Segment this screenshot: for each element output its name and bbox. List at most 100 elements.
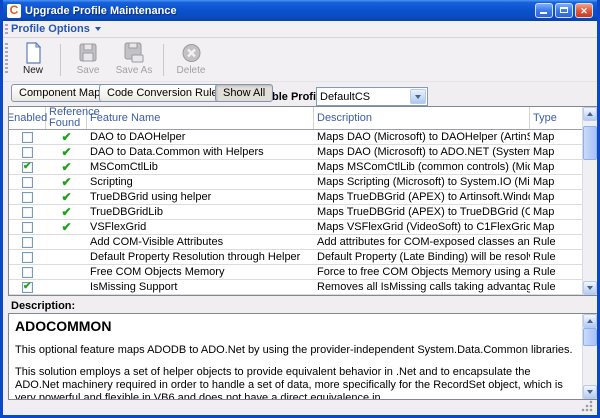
type-cell: Rule — [530, 250, 581, 264]
feature-name-cell: TrueDBGridLib — [87, 205, 314, 219]
description-cell: Maps Scripting (Microsoft) to System.IO … — [314, 175, 530, 189]
description-label: Description: — [11, 300, 75, 312]
resize-grip[interactable] — [581, 400, 593, 412]
description-cell: Maps DAO (Microsoft) to ADO.NET (System.… — [314, 145, 530, 159]
type-cell: Rule — [530, 265, 581, 279]
enabled-checkbox[interactable] — [22, 267, 33, 278]
scrollbar-thumb[interactable] — [583, 126, 597, 160]
window-title: Upgrade Profile Maintenance — [25, 5, 535, 17]
maximize-button[interactable] — [555, 3, 573, 18]
table-row[interactable]: ✔ MSComCtlLib Maps MSComCtlLib (common c… — [9, 160, 582, 175]
feature-name-cell: MSComCtlLib — [87, 160, 314, 174]
table-row[interactable]: ✔ VSFlexGrid Maps VSFlexGrid (VideoSoft)… — [9, 220, 582, 235]
description-cell: Default Property (Late Binding) will be … — [314, 250, 530, 264]
minimize-button[interactable] — [535, 3, 553, 18]
features-table: Enabled Reference Found Feature Name Des… — [8, 106, 598, 296]
description-cell: Maps TrueDBGrid (APEX) to Artinsoft.Wind… — [314, 190, 530, 204]
header-enabled[interactable]: Enabled — [9, 107, 46, 129]
table-row[interactable]: ✔ Scripting Maps Scripting (Microsoft) t… — [9, 175, 582, 190]
table-row[interactable]: ✔ Default Property Resolution through He… — [9, 250, 582, 265]
description-scrollbar[interactable] — [582, 314, 597, 399]
reference-found-check-icon: ✔ — [61, 161, 71, 173]
feature-name-cell: DAO to Data.Common with Helpers — [87, 145, 314, 159]
code-conversion-rules-button[interactable]: Code Conversion Rules — [99, 84, 231, 102]
type-cell: Map — [530, 220, 581, 234]
chevron-down-icon — [95, 27, 101, 31]
toolbar: New Save Save As Delete — [3, 38, 597, 82]
table-header-row: Enabled Reference Found Feature Name Des… — [9, 107, 582, 130]
header-feature-name[interactable]: Feature Name — [87, 107, 314, 129]
delete-button[interactable]: Delete — [168, 41, 214, 79]
save-button[interactable]: Save — [65, 41, 111, 79]
table-row[interactable]: ✔ TrueDBGrid using helper Maps TrueDBGri… — [9, 190, 582, 205]
description-heading: ADOCOMMON — [15, 318, 576, 334]
filter-bar: Component Maps Code Conversion Rules Sho… — [3, 82, 597, 106]
floppy-disk-plus-icon — [123, 42, 145, 64]
table-row[interactable]: ✔ Add COM-Visible Attributes Add attribu… — [9, 235, 582, 250]
type-cell: Map — [530, 160, 581, 174]
delete-button-label: Delete — [168, 65, 214, 76]
enabled-checkbox[interactable] — [22, 177, 33, 188]
enabled-checkbox[interactable] — [22, 132, 33, 143]
enabled-checkbox[interactable] — [22, 222, 33, 233]
close-button[interactable]: ✕ — [575, 3, 593, 18]
scroll-down-icon[interactable] — [583, 281, 597, 295]
type-cell: Rule — [530, 280, 581, 294]
table-row[interactable]: ✔ IsMissing Support Removes all IsMissin… — [9, 280, 582, 295]
app-logo-icon: C — [7, 4, 21, 18]
table-row[interactable]: ✔ TrueDBGridLib Maps TrueDBGrid (APEX) t… — [9, 205, 582, 220]
feature-name-cell: Free COM Objects Memory — [87, 265, 314, 279]
feature-name-cell: Add COM-Visible Attributes — [87, 235, 314, 249]
description-cell: Maps DAO (Microsoft) to DAOHelper (Artin… — [314, 130, 530, 144]
table-row[interactable]: ✔ DAO to DAOHelper Maps DAO (Microsoft) … — [9, 130, 582, 145]
menu-bar: Profile Options — [3, 21, 597, 38]
scroll-down-icon[interactable] — [583, 385, 597, 399]
table-row[interactable]: ✔ DAO to Data.Common with Helpers Maps D… — [9, 145, 582, 160]
type-cell: Map — [530, 205, 581, 219]
scrollbar-track[interactable] — [583, 346, 597, 385]
enabled-checkbox[interactable] — [22, 147, 33, 158]
type-cell: Map — [530, 130, 581, 144]
description-cell: Maps VSFlexGrid (VideoSoft) to C1FlexGri… — [314, 220, 530, 234]
description-box[interactable]: ADOCOMMON This optional feature maps ADO… — [8, 313, 598, 400]
scroll-up-icon[interactable] — [583, 107, 597, 121]
toolbar-grip[interactable] — [5, 43, 8, 74]
menu-profile-options[interactable]: Profile Options — [11, 23, 101, 35]
header-reference-found[interactable]: Reference Found — [46, 107, 87, 129]
table-row[interactable]: ✔ Free COM Objects Memory Force to free … — [9, 265, 582, 280]
save-as-button[interactable]: Save As — [109, 41, 159, 79]
description-cell: Maps MSComCtlLib (common controls) (Micr… — [314, 160, 530, 174]
feature-name-cell: TrueDBGrid using helper — [87, 190, 314, 204]
enabled-checkbox[interactable] — [22, 207, 33, 218]
reference-found-check-icon: ✔ — [61, 191, 71, 203]
menu-profile-options-label: Profile Options — [11, 23, 90, 35]
description-cell: Add attributes for COM-exposed classes a… — [314, 235, 530, 249]
enabled-checkbox[interactable] — [22, 282, 33, 293]
reference-found-check-icon: ✔ — [61, 131, 71, 143]
floppy-disk-icon — [78, 42, 98, 64]
scroll-up-icon[interactable] — [583, 314, 597, 328]
reference-found-check-icon: ✔ — [61, 206, 71, 218]
header-type[interactable]: Type — [530, 107, 581, 129]
table-scrollbar[interactable] — [582, 107, 597, 295]
header-description[interactable]: Description — [314, 107, 530, 129]
save-button-label: Save — [65, 65, 111, 76]
toolbar-separator — [163, 44, 164, 76]
description-paragraph: This solution employs a set of helper ob… — [15, 366, 576, 399]
enabled-checkbox[interactable] — [22, 162, 33, 173]
table-body: ✔ DAO to DAOHelper Maps DAO (Microsoft) … — [9, 130, 582, 295]
description-paragraph: This optional feature maps ADODB to ADO.… — [15, 344, 576, 357]
show-all-button[interactable]: Show All — [215, 84, 273, 102]
menubar-grip[interactable] — [5, 24, 8, 34]
enabled-checkbox[interactable] — [22, 252, 33, 263]
scrollbar-track[interactable] — [583, 160, 597, 281]
save-as-button-label: Save As — [109, 65, 159, 76]
new-button[interactable]: New — [10, 41, 56, 79]
scrollbar-thumb[interactable] — [583, 328, 597, 346]
upgrade-profile-maintenance-window: C Upgrade Profile Maintenance ✕ Profile … — [0, 0, 600, 418]
enabled-checkbox[interactable] — [22, 192, 33, 203]
feature-name-cell: DAO to DAOHelper — [87, 130, 314, 144]
enabled-checkbox[interactable] — [22, 237, 33, 248]
description-cell: Maps TrueDBGrid (APEX) to TrueDBGrid (Co… — [314, 205, 530, 219]
title-bar[interactable]: C Upgrade Profile Maintenance ✕ — [3, 0, 597, 21]
